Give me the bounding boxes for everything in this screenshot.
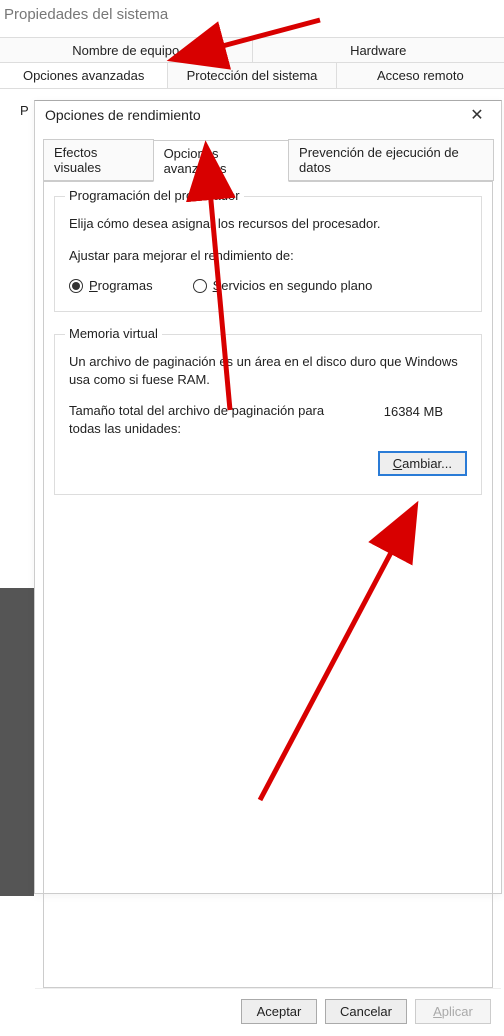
radio-background-services[interactable]: Servicios en segundo plano — [193, 278, 373, 293]
close-icon: ✕ — [470, 105, 483, 125]
radio-programs-label: Programas — [89, 278, 153, 293]
performance-options-dialog: Opciones de rendimiento ✕ Efectos visual… — [34, 100, 502, 894]
tab-advanced[interactable]: Opciones avanzadas — [153, 140, 289, 182]
radio-services-label: Servicios en segundo plano — [213, 278, 373, 293]
tab-advanced-options[interactable]: Opciones avanzadas — [0, 63, 168, 88]
radio-icon — [69, 279, 83, 293]
tab-remote-access[interactable]: Acceso remoto — [337, 63, 504, 88]
tab-system-protection[interactable]: Protección del sistema — [168, 63, 336, 88]
processor-desc: Elija cómo desea asignar los recursos de… — [69, 215, 467, 233]
background-strip — [0, 588, 34, 896]
processor-legend: Programación del procesador — [65, 188, 244, 203]
vm-size-label: Tamaño total del archivo de paginación p… — [69, 402, 329, 437]
system-properties-title: Propiedades del sistema — [0, 0, 504, 37]
processor-scheduling-group: Programación del procesador Elija cómo d… — [54, 196, 482, 312]
close-button[interactable]: ✕ — [463, 101, 491, 129]
radio-programs[interactable]: Programas — [69, 278, 153, 293]
bg-tab-row-2: Opciones avanzadas Protección del sistem… — [0, 63, 504, 89]
tab-dep[interactable]: Prevención de ejecución de datos — [288, 139, 494, 181]
vm-legend: Memoria virtual — [65, 326, 162, 341]
dialog-titlebar: Opciones de rendimiento ✕ — [35, 101, 501, 129]
tab-hardware[interactable]: Hardware — [253, 38, 504, 62]
dialog-panel: Programación del procesador Elija cómo d… — [43, 181, 493, 988]
dialog-footer: Aceptar Cancelar Aplicar — [35, 988, 501, 1036]
change-button[interactable]: Cambiar... — [378, 451, 467, 476]
processor-adjust-label: Ajustar para mejorar el rendimiento de: — [69, 247, 467, 265]
cancel-button[interactable]: Cancelar — [325, 999, 407, 1024]
processor-radio-row: Programas Servicios en segundo plano — [69, 278, 467, 293]
tab-computer-name[interactable]: Nombre de equipo — [0, 38, 253, 62]
vm-size-value: 16384 MB — [384, 402, 467, 419]
vm-button-row: Cambiar... — [69, 451, 467, 476]
dialog-title: Opciones de rendimiento — [45, 107, 463, 123]
radio-icon — [193, 279, 207, 293]
apply-button[interactable]: Aplicar — [415, 999, 491, 1024]
virtual-memory-group: Memoria virtual Un archivo de paginación… — [54, 334, 482, 495]
bg-tab-row-1: Nombre de equipo Hardware — [0, 37, 504, 63]
dialog-tabs: Efectos visuales Opciones avanzadas Prev… — [43, 139, 493, 181]
tab-visual-effects[interactable]: Efectos visuales — [43, 139, 154, 181]
vm-desc: Un archivo de paginación es un área en e… — [69, 353, 467, 388]
ok-button[interactable]: Aceptar — [241, 999, 317, 1024]
vm-size-row: Tamaño total del archivo de paginación p… — [69, 402, 467, 437]
